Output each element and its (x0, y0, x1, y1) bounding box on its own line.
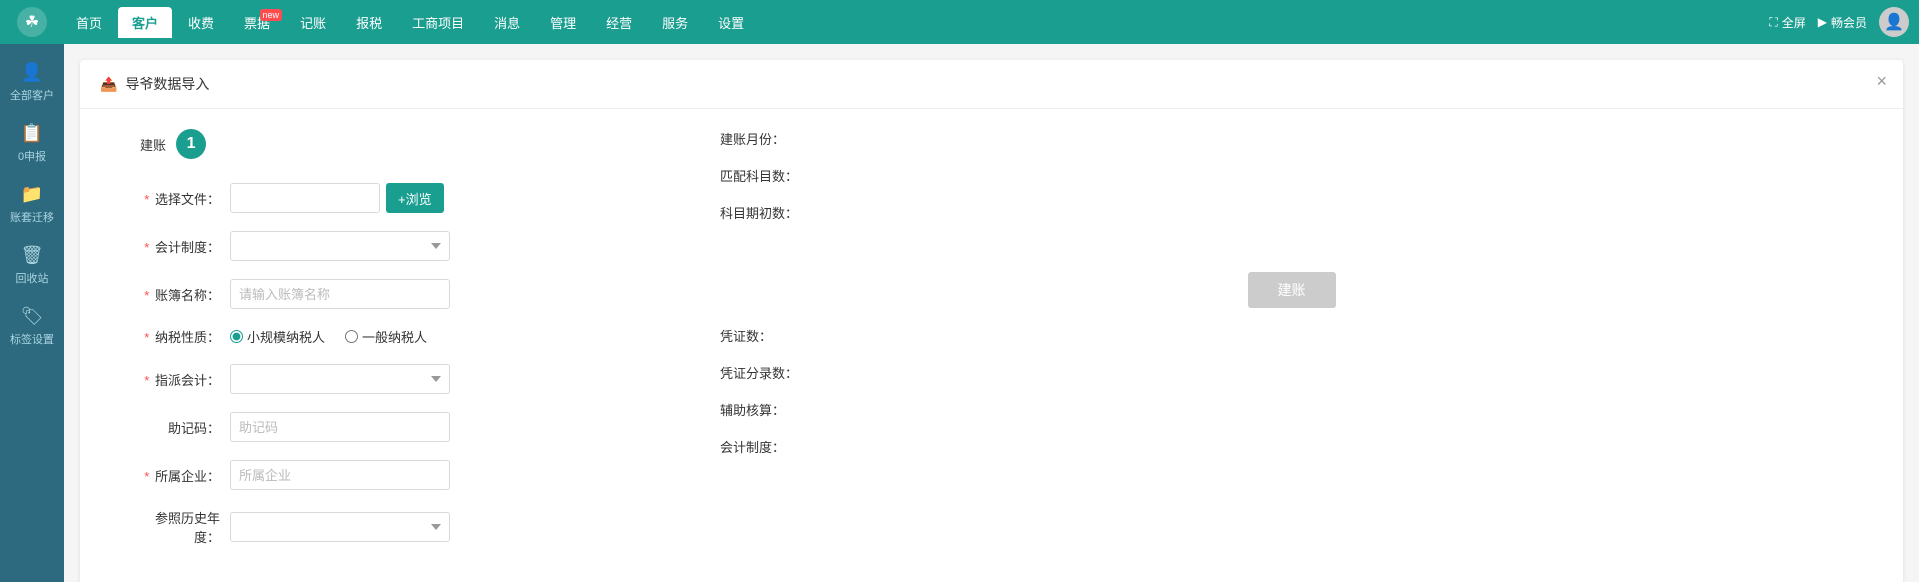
accountant-label: * 指派会计： (140, 370, 230, 389)
import-panel: 📤 导爷数据导入 × 建账 1 * 选择文件： (80, 60, 1903, 582)
nav-item-operation[interactable]: 经营 (592, 7, 646, 38)
all-clients-icon: 👤 (21, 62, 43, 83)
accountant-select[interactable] (230, 364, 450, 394)
history-year-select[interactable] (230, 512, 450, 542)
tax-type-small-radio[interactable] (230, 330, 243, 343)
new-badge: new (260, 9, 283, 21)
nav-item-service[interactable]: 服务 (648, 7, 702, 38)
nav-item-manage[interactable]: 管理 (536, 7, 590, 38)
vip-icon: ▶ (1818, 15, 1827, 29)
nav-item-message[interactable]: 消息 (480, 7, 534, 38)
accounting-system-select[interactable] (230, 231, 450, 261)
right-accounting-label: 会计制度： (720, 437, 820, 456)
sidebar-item-label: 标签设置 (10, 331, 54, 347)
right-voucher-entry-row: 凭证分录数： (720, 363, 1863, 382)
right-initial-row: 科目期初数： (720, 203, 1863, 222)
company-label: * 所属企业： (140, 466, 230, 485)
close-button[interactable]: × (1876, 72, 1887, 90)
accounting-system-row: * 会计制度： (140, 231, 660, 261)
tax-type-label: * 纳税性质： (140, 327, 230, 346)
right-voucher-row: 凭证数： (720, 326, 1863, 345)
nav-item-business[interactable]: 工商项目 (398, 7, 478, 38)
tax-type-radio-group: 小规模纳税人 一般纳税人 (230, 327, 660, 346)
right-subjects-row: 匹配科目数： (720, 166, 1863, 185)
file-select-row: * 选择文件： +浏览 (140, 183, 660, 213)
right-month-row: 建账月份： (720, 129, 1863, 148)
sidebar-item-declare[interactable]: 📋 0申报 (2, 115, 62, 172)
content-area: 📤 导爷数据导入 × 建账 1 * 选择文件： (64, 44, 1919, 582)
build-account-button[interactable]: 建账 (1248, 272, 1336, 308)
history-year-label: 参照历史年度： (140, 508, 230, 546)
company-input[interactable] (230, 460, 450, 490)
form-body: 建账 1 * 选择文件： +浏览 (80, 109, 1903, 582)
ledger-name-row: * 账簿名称： (140, 279, 660, 309)
sidebar-item-label: 回收站 (16, 270, 49, 286)
fullscreen-button[interactable]: ⛶ 全屏 (1769, 14, 1805, 31)
nav-item-invoice[interactable]: 票据 new (230, 7, 284, 38)
nav-items: 首页 客户 收费 票据 new 记账 报税 工商项目 消息 管理 经营 服务 设… (62, 7, 1769, 38)
right-subjects-label: 匹配科目数： (720, 166, 820, 185)
tax-type-general[interactable]: 一般纳税人 (345, 327, 427, 346)
ledger-name-input[interactable] (230, 279, 450, 309)
panel-title: 导爷数据导入 (125, 74, 209, 94)
top-navigation: ☘ 首页 客户 收费 票据 new 记账 报税 工商项目 消息 管理 经营 服务… (0, 0, 1919, 44)
file-input[interactable] (230, 183, 380, 213)
mnemonic-row: 助记码： (140, 412, 660, 442)
accountant-row: * 指派会计： (140, 364, 660, 394)
sidebar-item-label: 全部客户 (10, 87, 54, 103)
recycle-icon: 🗑 (21, 245, 44, 266)
right-month-label: 建账月份： (720, 129, 820, 148)
nav-item-fee[interactable]: 收费 (174, 7, 228, 38)
vip-button[interactable]: ▶ 畅会员 (1818, 14, 1867, 31)
browse-button[interactable]: +浏览 (386, 183, 444, 213)
accounting-system-label: * 会计制度： (140, 237, 230, 256)
sidebar: 👤 全部客户 📋 0申报 📁 账套迁移 🗑 回收站 🏷 标签设置 (0, 44, 64, 582)
logo-icon: ☘ (17, 7, 47, 37)
company-row: * 所属企业： (140, 460, 660, 490)
avatar[interactable]: 👤 (1879, 7, 1909, 37)
mnemonic-input[interactable] (230, 412, 450, 442)
right-auxiliary-row: 辅助核算： (720, 400, 1863, 419)
sidebar-item-all-clients[interactable]: 👤 全部客户 (2, 54, 62, 111)
tax-type-small[interactable]: 小规模纳税人 (230, 327, 325, 346)
declare-icon: 📋 (21, 123, 43, 144)
form-left: 建账 1 * 选择文件： +浏览 (140, 129, 660, 564)
nav-item-home[interactable]: 首页 (62, 7, 116, 38)
step-row: 建账 1 (140, 129, 660, 159)
nav-item-settings[interactable]: 设置 (704, 7, 758, 38)
right-voucher-entry-label: 凭证分录数： (720, 363, 820, 382)
sidebar-item-migrate[interactable]: 📁 账套迁移 (2, 176, 62, 233)
step-label: 建账 (140, 135, 166, 154)
sidebar-item-tags[interactable]: 🏷 标签设置 (2, 298, 62, 355)
file-label: * 选择文件： (140, 189, 230, 208)
nav-item-client[interactable]: 客户 (118, 7, 172, 38)
right-accounting-row: 会计制度： (720, 437, 1863, 456)
panel-header: 📤 导爷数据导入 (80, 60, 1903, 109)
mnemonic-label: 助记码： (140, 418, 230, 437)
import-icon: 📤 (100, 76, 117, 93)
right-auxiliary-label: 辅助核算： (720, 400, 820, 419)
form-right: 建账月份： 匹配科目数： 科目期初数： 建账 (720, 129, 1863, 564)
nav-right: ⛶ 全屏 ▶ 畅会员 👤 (1769, 7, 1909, 37)
build-btn-container: 建账 (720, 262, 1863, 308)
main-layout: 👤 全部客户 📋 0申报 📁 账套迁移 🗑 回收站 🏷 标签设置 📤 导爷数据导… (0, 44, 1919, 582)
step-number: 1 (176, 129, 206, 159)
tax-type-row: * 纳税性质： 小规模纳税人 一般纳税人 (140, 327, 660, 346)
fullscreen-icon: ⛶ (1769, 15, 1777, 30)
nav-item-tax[interactable]: 报税 (342, 7, 396, 38)
sidebar-item-label: 账套迁移 (10, 209, 54, 225)
right-initial-label: 科目期初数： (720, 203, 820, 222)
nav-item-bookkeeping[interactable]: 记账 (286, 7, 340, 38)
history-year-row: 参照历史年度： (140, 508, 660, 546)
ledger-name-label: * 账簿名称： (140, 285, 230, 304)
migrate-icon: 📁 (21, 184, 43, 205)
tags-icon: 🏷 (21, 306, 44, 327)
sidebar-item-recycle[interactable]: 🗑 回收站 (2, 237, 62, 294)
right-voucher-label: 凭证数： (720, 326, 820, 345)
sidebar-item-label: 0申报 (18, 148, 46, 164)
tax-type-general-radio[interactable] (345, 330, 358, 343)
app-logo: ☘ (10, 0, 54, 44)
